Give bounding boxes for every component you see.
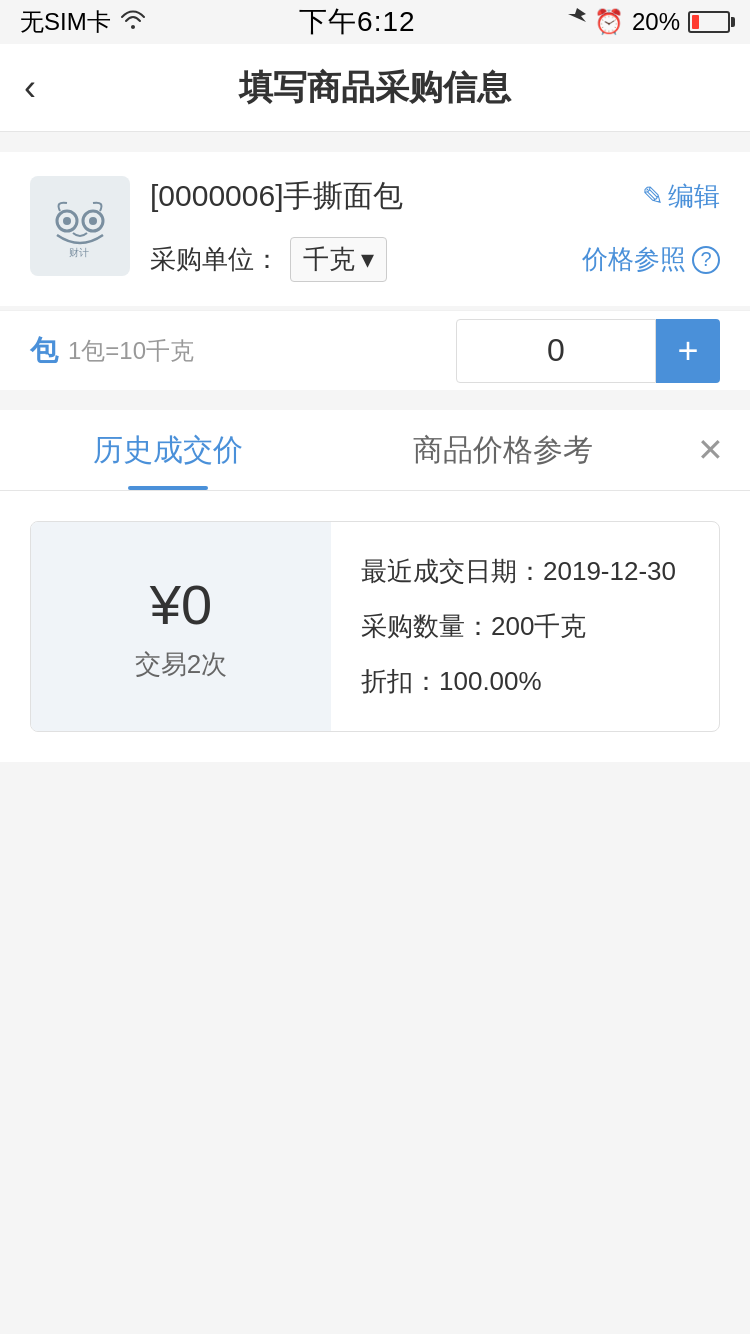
unit-prefix: 采购单位： [150, 242, 280, 277]
price-ref-label: 价格参照 [582, 242, 686, 277]
quantity-unit-icon: 包 [30, 332, 58, 370]
price-left: ¥0 交易2次 [31, 522, 331, 731]
nav-bar: ‹ 填写商品采购信息 [0, 44, 750, 132]
discount-value: 100.00% [439, 666, 542, 696]
battery-percent: 20% [632, 8, 680, 36]
qty-value: 200千克 [491, 611, 586, 641]
location-icon [568, 8, 586, 36]
tab-product-label: 商品价格参考 [413, 430, 593, 471]
edit-icon: ✎ [642, 181, 664, 212]
svg-point-3 [89, 217, 97, 225]
price-ref-button[interactable]: 价格参照 ? [582, 242, 720, 277]
price-tab-section: 历史成交价 商品价格参考 ✕ ¥0 交易2次 最近成交日期：2019-12-30… [0, 410, 750, 762]
unit-select[interactable]: 千克 ▾ [290, 237, 387, 282]
carrier-label: 无SIM卡 [20, 6, 111, 38]
price-card: ¥0 交易2次 最近成交日期：2019-12-30 采购数量：200千克 折扣：… [30, 521, 720, 732]
status-left: 无SIM卡 [20, 6, 147, 38]
tab-product-price[interactable]: 商品价格参考 [335, 410, 670, 490]
tab-history-label: 历史成交价 [93, 430, 243, 471]
unit-label: 采购单位： 千克 ▾ [150, 237, 387, 282]
qty-label: 采购数量： [361, 611, 491, 641]
date-row: 最近成交日期：2019-12-30 [361, 552, 689, 591]
trade-count: 交易2次 [135, 647, 227, 682]
qty-row: 采购数量：200千克 [361, 607, 689, 646]
product-info: [0000006]手撕面包 ✎ 编辑 采购单位： 千克 ▾ 价格参照 ? [150, 176, 720, 282]
currency-symbol: ¥ [150, 573, 181, 636]
product-thumbnail: 财计 [30, 176, 130, 276]
status-right: ⏰ 20% [568, 8, 730, 36]
quantity-section: 包 1包=10千克 0 + [0, 310, 750, 390]
product-header: [0000006]手撕面包 ✎ 编辑 [150, 176, 720, 217]
price-content: ¥0 交易2次 最近成交日期：2019-12-30 采购数量：200千克 折扣：… [0, 491, 750, 762]
quantity-input[interactable]: 0 [456, 319, 656, 383]
svg-text:财计: 财计 [69, 247, 89, 258]
question-circle-icon: ? [692, 246, 720, 274]
page-title: 填写商品采购信息 [239, 65, 511, 111]
tab-history-price[interactable]: 历史成交价 [0, 410, 335, 490]
discount-label: 折扣： [361, 666, 439, 696]
edit-button[interactable]: ✎ 编辑 [642, 179, 720, 214]
quantity-unit-label: 包 1包=10千克 [30, 332, 194, 370]
price-amount: ¥0 [150, 572, 212, 637]
quantity-plus-button[interactable]: + [656, 319, 720, 383]
quantity-conversion: 1包=10千克 [68, 335, 194, 367]
date-label: 最近成交日期： [361, 556, 543, 586]
status-time: 下午6:12 [299, 3, 416, 41]
unit-row: 采购单位： 千克 ▾ 价格参照 ? [150, 237, 720, 282]
product-card: 财计 [0000006]手撕面包 ✎ 编辑 采购单位： 千克 ▾ [0, 152, 750, 306]
close-icon: ✕ [697, 431, 724, 469]
product-row: 财计 [0000006]手撕面包 ✎ 编辑 采购单位： 千克 ▾ [30, 176, 720, 282]
tab-header: 历史成交价 商品价格参考 ✕ [0, 410, 750, 491]
unit-dropdown-arrow: ▾ [361, 244, 374, 275]
alarm-icon: ⏰ [594, 8, 624, 36]
svg-point-2 [63, 217, 71, 225]
bottom-whitespace [0, 762, 750, 1262]
discount-row: 折扣：100.00% [361, 662, 689, 701]
battery-icon [688, 11, 730, 33]
status-bar: 无SIM卡 下午6:12 ⏰ 20% [0, 0, 750, 44]
edit-label: 编辑 [668, 179, 720, 214]
unit-value: 千克 [303, 242, 355, 277]
amount-value: 0 [181, 573, 212, 636]
date-value: 2019-12-30 [543, 556, 676, 586]
price-right: 最近成交日期：2019-12-30 采购数量：200千克 折扣：100.00% [331, 522, 719, 731]
back-button[interactable]: ‹ [24, 67, 36, 109]
product-name: [0000006]手撕面包 [150, 176, 403, 217]
wifi-icon [119, 8, 147, 36]
quantity-input-area: 0 + [456, 319, 720, 383]
tab-close-button[interactable]: ✕ [670, 410, 750, 490]
